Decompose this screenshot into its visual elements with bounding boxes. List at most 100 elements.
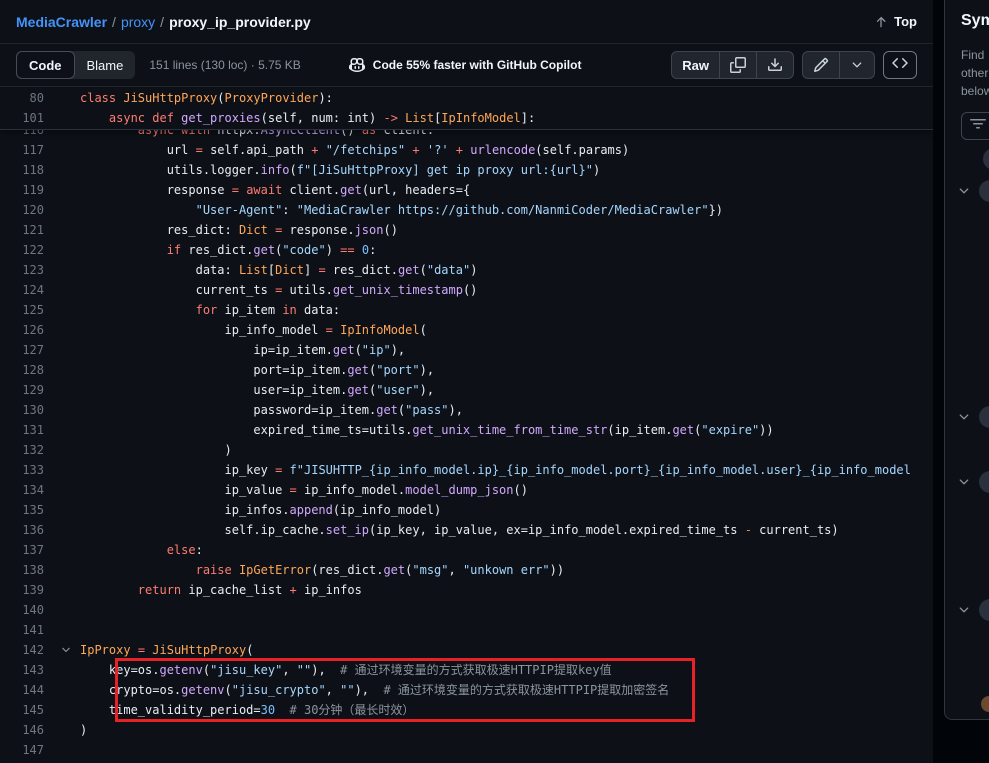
code-line-129: 129 user=ip_item.get("user"), bbox=[0, 380, 933, 400]
line-number[interactable]: 136 bbox=[0, 520, 52, 540]
code-line-143: 143 key=os.getenv("jisu_key", ""), # 通过环… bbox=[0, 660, 933, 680]
fold-spacer bbox=[52, 320, 80, 340]
code-line-139: 139 return ip_cache_list + ip_infos bbox=[0, 580, 933, 600]
line-number[interactable]: 134 bbox=[0, 480, 52, 500]
line-number[interactable]: 126 bbox=[0, 320, 52, 340]
edit-button[interactable] bbox=[803, 52, 839, 78]
line-number[interactable]: 143 bbox=[0, 660, 52, 680]
code-line-content: current_ts = utils.get_unix_timestamp() bbox=[80, 280, 477, 300]
line-number[interactable]: 121 bbox=[0, 220, 52, 240]
line-number[interactable]: 124 bbox=[0, 280, 52, 300]
symbol-pill[interactable] bbox=[979, 599, 989, 621]
download-button[interactable] bbox=[756, 52, 793, 78]
line-number[interactable]: 132 bbox=[0, 440, 52, 460]
code-line-content: expired_time_ts=utils.get_unix_time_from… bbox=[80, 420, 774, 440]
code-line-content: return ip_cache_list + ip_infos bbox=[80, 580, 362, 600]
breadcrumb-filename: proxy_ip_provider.py bbox=[169, 14, 311, 30]
line-number[interactable]: 131 bbox=[0, 420, 52, 440]
code-line-content: raise IpGetError(res_dict.get("msg", "un… bbox=[80, 560, 564, 580]
line-number[interactable]: 137 bbox=[0, 540, 52, 560]
line-number[interactable]: 128 bbox=[0, 360, 52, 380]
symbol-pill[interactable] bbox=[983, 148, 989, 170]
line-number[interactable]: 127 bbox=[0, 340, 52, 360]
chevron-down-icon[interactable] bbox=[957, 410, 971, 424]
line-number[interactable]: 135 bbox=[0, 500, 52, 520]
line-number[interactable]: 133 bbox=[0, 460, 52, 480]
symbol-pill[interactable] bbox=[979, 406, 989, 428]
line-number[interactable]: 101 bbox=[0, 108, 52, 128]
fold-chevron-down-icon[interactable] bbox=[52, 640, 80, 660]
chevron-down-icon[interactable] bbox=[957, 475, 971, 489]
symbols-sidebar-content: Symbols Find other below bbox=[945, 0, 989, 152]
code-line-121: 121 res_dict: Dict = response.json() bbox=[0, 220, 933, 240]
file-header: MediaCrawler / proxy / proxy_ip_provider… bbox=[0, 0, 933, 44]
breadcrumb-repo-link[interactable]: MediaCrawler bbox=[16, 14, 107, 30]
tab-blame[interactable]: Blame bbox=[75, 51, 136, 79]
line-number[interactable]: 147 bbox=[0, 740, 52, 760]
symbol-tree-item[interactable] bbox=[957, 180, 989, 202]
code-line-content: class JiSuHttpProxy(ProxyProvider): bbox=[80, 88, 333, 108]
code-line-125: 125 for ip_item in data: bbox=[0, 300, 933, 320]
fold-spacer bbox=[52, 480, 80, 500]
fold-spacer bbox=[52, 400, 80, 420]
scroll-to-top-button[interactable]: Top bbox=[874, 14, 917, 29]
line-number[interactable]: 142 bbox=[0, 640, 52, 660]
line-number[interactable]: 125 bbox=[0, 300, 52, 320]
line-number[interactable]: 144 bbox=[0, 680, 52, 700]
chevron-down-icon[interactable] bbox=[957, 184, 971, 198]
copy-button[interactable] bbox=[719, 52, 756, 78]
fold-spacer bbox=[52, 520, 80, 540]
code-line-content: user=ip_item.get("user"), bbox=[80, 380, 434, 400]
line-number[interactable]: 117 bbox=[0, 140, 52, 160]
line-number[interactable]: 138 bbox=[0, 560, 52, 580]
line-number[interactable]: 129 bbox=[0, 380, 52, 400]
symbols-panel-toggle-button[interactable] bbox=[883, 51, 917, 79]
symbol-tree-item[interactable] bbox=[957, 471, 989, 493]
raw-button[interactable]: Raw bbox=[672, 52, 719, 78]
code-line-content: response = await client.get(url, headers… bbox=[80, 180, 470, 200]
fold-spacer bbox=[52, 88, 80, 108]
line-number[interactable]: 139 bbox=[0, 580, 52, 600]
code-line-119: 119 response = await client.get(url, hea… bbox=[0, 180, 933, 200]
code-line-127: 127 ip=ip_item.get("ip"), bbox=[0, 340, 933, 360]
github-code-view: MediaCrawler / proxy / proxy_ip_provider… bbox=[0, 0, 989, 763]
download-icon bbox=[767, 57, 783, 73]
line-number[interactable]: 145 bbox=[0, 700, 52, 720]
line-number[interactable]: 122 bbox=[0, 240, 52, 260]
breadcrumb-separator: / bbox=[112, 14, 116, 30]
line-number[interactable]: 141 bbox=[0, 620, 52, 640]
fold-spacer bbox=[52, 340, 80, 360]
fold-spacer bbox=[52, 420, 80, 440]
line-number[interactable]: 80 bbox=[0, 88, 52, 108]
breadcrumb-folder-link[interactable]: proxy bbox=[121, 14, 155, 30]
edit-dropdown-button[interactable] bbox=[839, 52, 874, 78]
line-number[interactable]: 140 bbox=[0, 600, 52, 620]
copilot-banner[interactable]: Code 55% faster with GitHub Copilot bbox=[349, 57, 582, 73]
chevron-down-icon bbox=[850, 58, 864, 72]
code-line-134: 134 ip_value = ip_info_model.model_dump_… bbox=[0, 480, 933, 500]
chevron-down-icon[interactable] bbox=[957, 603, 971, 617]
line-number[interactable]: 123 bbox=[0, 260, 52, 280]
fold-spacer bbox=[52, 360, 80, 380]
code-line-137: 137 else: bbox=[0, 540, 933, 560]
pencil-icon bbox=[813, 57, 829, 73]
line-number[interactable]: 146 bbox=[0, 720, 52, 740]
code-line-128: 128 port=ip_item.get("port"), bbox=[0, 360, 933, 380]
symbol-pill[interactable] bbox=[979, 180, 989, 202]
symbol-tree-item[interactable] bbox=[957, 148, 989, 170]
fold-spacer bbox=[52, 140, 80, 160]
symbol-pill[interactable] bbox=[979, 471, 989, 493]
fold-spacer bbox=[52, 260, 80, 280]
breadcrumb-separator: / bbox=[160, 14, 164, 30]
line-number[interactable]: 119 bbox=[0, 180, 52, 200]
symbol-tree-item[interactable] bbox=[957, 406, 989, 428]
edit-button-group bbox=[802, 51, 875, 79]
symbol-tree-item[interactable] bbox=[957, 599, 989, 621]
line-number[interactable]: 120 bbox=[0, 200, 52, 220]
fold-spacer bbox=[52, 720, 80, 740]
code-line-content: data: List[Dict] = res_dict.get("data") bbox=[80, 260, 477, 280]
line-number[interactable]: 118 bbox=[0, 160, 52, 180]
tab-code[interactable]: Code bbox=[16, 51, 75, 79]
code-line-content: self.ip_cache.set_ip(ip_key, ip_value, e… bbox=[80, 520, 839, 540]
line-number[interactable]: 130 bbox=[0, 400, 52, 420]
